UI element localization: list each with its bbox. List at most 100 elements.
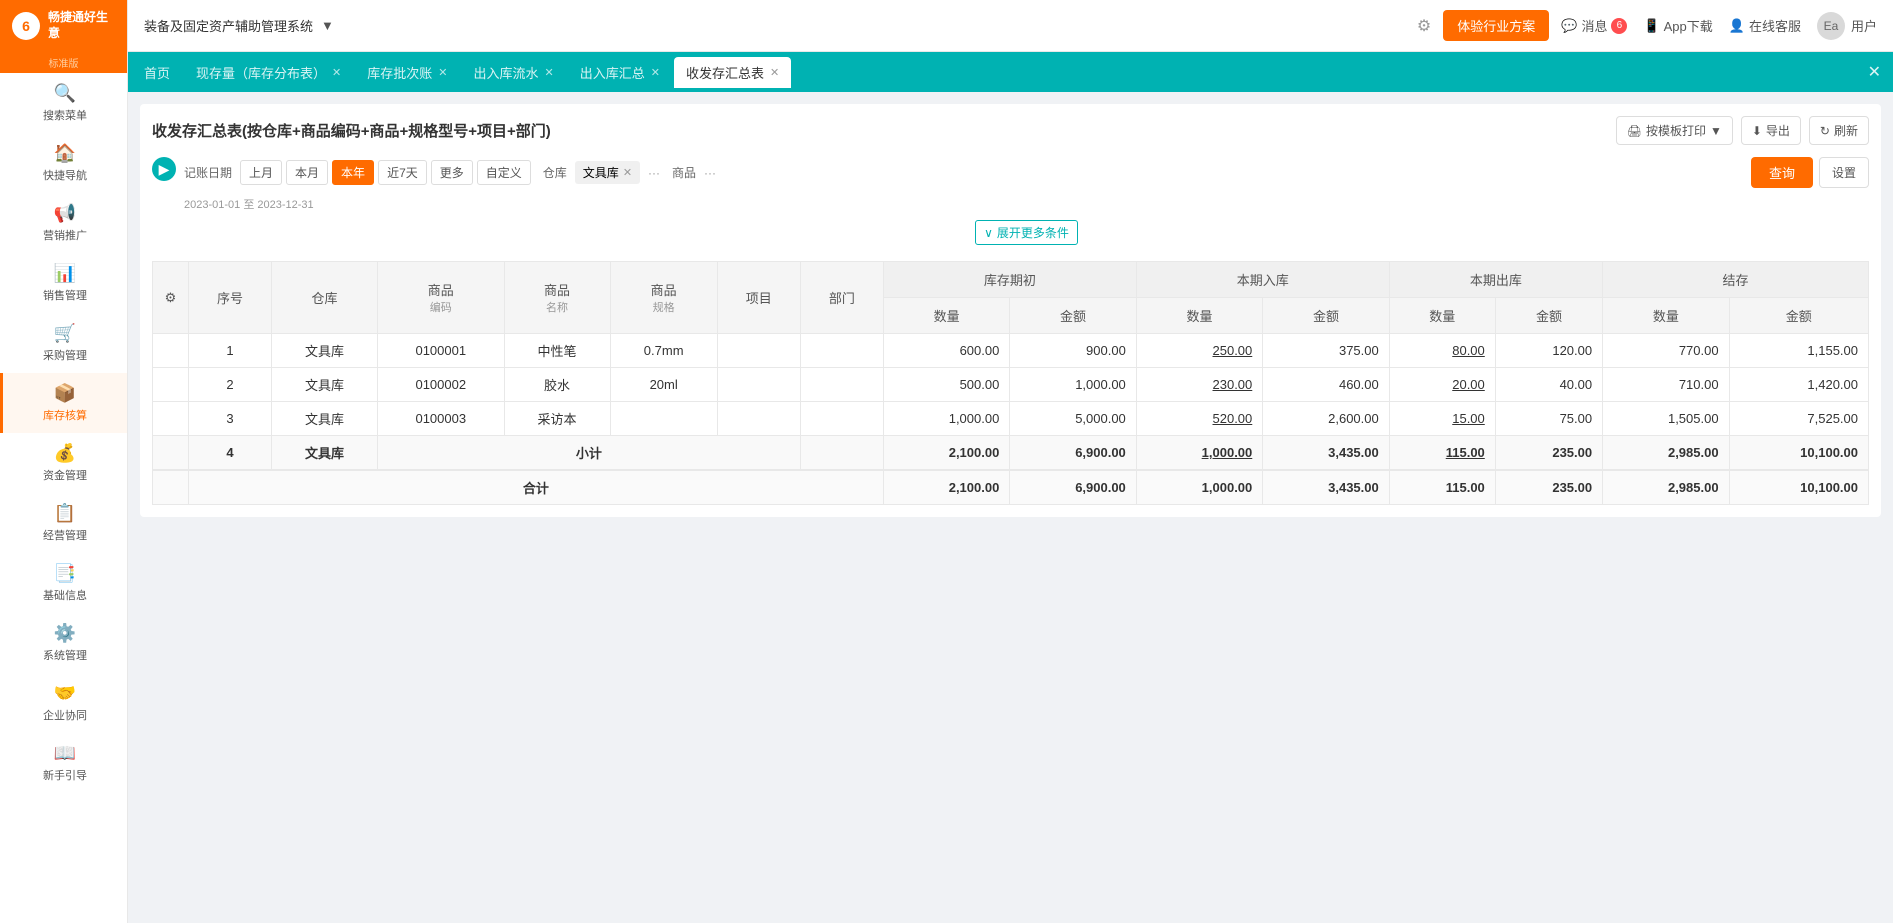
subtotal-closing-qty: 2,985.00 — [1603, 436, 1729, 471]
row-warehouse: 文具库 — [272, 368, 378, 402]
filter-bar: 记账日期 上月 本月 本年 近7天 更多 自定义 — [184, 157, 1869, 188]
tab-recv-send-summary[interactable]: 收发存汇总表 ✕ — [674, 57, 791, 88]
app-download-action[interactable]: 📱 App下载 — [1643, 16, 1712, 35]
page-container: 收发存汇总表(按仓库+商品编码+商品+规格型号+项目+部门) 🖨 按模板打印 ▼… — [128, 92, 1893, 923]
refresh-button[interactable]: ↻ 刷新 — [1809, 116, 1869, 145]
filter-area: 记账日期 上月 本月 本年 近7天 更多 自定义 — [184, 157, 1869, 253]
notification-action[interactable]: 💬 消息 6 — [1561, 16, 1627, 35]
tab-close-inout-flow[interactable]: ✕ — [545, 66, 554, 79]
row-in-qty[interactable]: 230.00 — [1136, 368, 1262, 402]
subtotal-out-qty[interactable]: 115.00 — [1389, 436, 1495, 471]
total-out-qty: 115.00 — [1389, 470, 1495, 505]
date-btn-this-month[interactable]: 本月 — [286, 160, 328, 185]
chevron-down-icon: ∨ — [984, 226, 993, 240]
print-template-button[interactable]: 🖨 按模板打印 ▼ — [1616, 116, 1733, 145]
row-out-qty[interactable]: 20.00 — [1389, 368, 1495, 402]
expand-conditions-button[interactable]: ∨ 展开更多条件 — [975, 220, 1078, 245]
total-label: 合计 — [189, 470, 884, 505]
sidebar-item-guide[interactable]: 📖 新手引导 — [0, 733, 127, 793]
subtotal-row: 4 文具库 小计 2,100.00 6,900.00 1,000.00 3,43… — [153, 436, 1869, 471]
warehouse-tag-close[interactable]: ✕ — [623, 166, 632, 179]
close-all-tabs[interactable]: ✕ — [1860, 58, 1889, 86]
sidebar-item-system[interactable]: ⚙️ 系统管理 — [0, 613, 127, 673]
main-card: 收发存汇总表(按仓库+商品编码+商品+规格型号+项目+部门) 🖨 按模板打印 ▼… — [140, 104, 1881, 517]
row-in-qty[interactable]: 250.00 — [1136, 334, 1262, 368]
sidebar-logo: 6 畅捷通好生意 — [0, 0, 127, 52]
th-in-qty: 数量 — [1136, 298, 1262, 334]
date-btn-this-year[interactable]: 本年 — [332, 160, 374, 185]
sidebar-item-finance[interactable]: 💰 资金管理 — [0, 433, 127, 493]
date-btn-custom[interactable]: 自定义 — [477, 160, 531, 185]
row-goods-code: 0100002 — [378, 368, 505, 402]
date-range-row: 2023-01-01 至 2023-12-31 — [184, 196, 1869, 212]
row-out-amt: 120.00 — [1495, 334, 1602, 368]
sidebar-item-quick-nav[interactable]: 🏠 快捷导航 — [0, 133, 127, 193]
total-out-amt: 235.00 — [1495, 470, 1602, 505]
th-group-out: 本期出库 — [1389, 262, 1602, 298]
sidebar-item-sales[interactable]: 📊 销售管理 — [0, 253, 127, 313]
th-group-closing: 结存 — [1603, 262, 1869, 298]
row-in-qty[interactable]: 520.00 — [1136, 402, 1262, 436]
warehouse-more[interactable]: ··· — [648, 166, 660, 180]
subtotal-in-qty[interactable]: 1,000.00 — [1136, 436, 1262, 471]
purchase-icon: 🛒 — [54, 323, 76, 344]
search-menu-icon: 🔍 — [54, 83, 76, 104]
sidebar-item-basic-info[interactable]: 📑 基础信息 — [0, 553, 127, 613]
online-service-action[interactable]: 👤 在线客服 — [1729, 16, 1801, 35]
tab-close-inout-summary[interactable]: ✕ — [651, 66, 660, 79]
tab-inout-summary[interactable]: 出入库汇总 ✕ — [568, 57, 672, 88]
row-opening-amt: 1,000.00 — [1010, 368, 1136, 402]
export-button[interactable]: ⬇ 导出 — [1741, 116, 1801, 145]
sidebar-item-label: 销售管理 — [43, 287, 87, 303]
date-btn-more[interactable]: 更多 — [431, 160, 473, 185]
row-opening-qty: 600.00 — [883, 334, 1009, 368]
sidebar-item-marketing[interactable]: 📢 营销推广 — [0, 193, 127, 253]
subtotal-in-qty-link[interactable]: 1,000.00 — [1202, 445, 1253, 460]
row-out-qty[interactable]: 15.00 — [1389, 402, 1495, 436]
date-btn-last-month[interactable]: 上月 — [240, 160, 282, 185]
in-qty-link[interactable]: 250.00 — [1213, 343, 1253, 358]
th-out-amt: 金额 — [1495, 298, 1602, 334]
subtotal-out-qty-link[interactable]: 115.00 — [1446, 445, 1485, 460]
goods-more[interactable]: ··· — [704, 166, 716, 180]
tab-batch[interactable]: 库存批次账 ✕ — [355, 57, 459, 88]
tab-stock-dist[interactable]: 现存量（库存分布表） ✕ — [184, 57, 353, 88]
out-qty-link[interactable]: 15.00 — [1452, 411, 1485, 426]
th-closing-qty: 数量 — [1603, 298, 1729, 334]
tab-close-batch[interactable]: ✕ — [438, 66, 447, 79]
header: 装备及固定资产辅助管理系统 ▼ ⚙ 体验行业方案 💬 消息 6 📱 App下载 … — [128, 0, 1893, 52]
system-dropdown[interactable]: ▼ — [321, 18, 334, 33]
out-qty-link[interactable]: 80.00 — [1452, 343, 1485, 358]
date-btn-7days[interactable]: 近7天 — [378, 160, 427, 185]
sidebar-item-enterprise[interactable]: 🤝 企业协同 — [0, 673, 127, 733]
sidebar-item-inventory[interactable]: 📦 库存核算 — [0, 373, 127, 433]
tab-home[interactable]: 首页 — [132, 57, 182, 88]
user-menu[interactable]: Ea 用户 — [1817, 12, 1877, 40]
row-out-qty[interactable]: 80.00 — [1389, 334, 1495, 368]
th-no: 序号 — [189, 262, 272, 334]
table-row: 1 文具库 0100001 中性笔 0.7mm 600.00 900.00 25… — [153, 334, 1869, 368]
out-qty-link[interactable]: 20.00 — [1452, 377, 1485, 392]
total-in-amt: 3,435.00 — [1263, 470, 1389, 505]
in-qty-link[interactable]: 520.00 — [1213, 411, 1253, 426]
export-icon: ⬇ — [1752, 124, 1762, 138]
sidebar-item-search-menu[interactable]: 🔍 搜索菜单 — [0, 73, 127, 133]
tab-close-stock-dist[interactable]: ✕ — [332, 66, 341, 79]
in-qty-link[interactable]: 230.00 — [1213, 377, 1253, 392]
tab-close-recv-send-summary[interactable]: ✕ — [770, 66, 779, 79]
row-closing-amt: 7,525.00 — [1729, 402, 1868, 436]
th-gear[interactable]: ⚙ — [153, 262, 189, 334]
sidebar-edition: 标准版 — [0, 52, 127, 73]
tab-inout-flow[interactable]: 出入库流水 ✕ — [461, 57, 565, 88]
settings-button[interactable]: 设置 — [1819, 157, 1869, 188]
sidebar-item-label: 新手引导 — [43, 767, 87, 783]
trial-button[interactable]: 体验行业方案 — [1443, 10, 1549, 41]
collapse-arrow[interactable]: ▶ — [152, 157, 176, 181]
sidebar-item-label: 库存核算 — [43, 407, 87, 423]
service-icon: 👤 — [1729, 18, 1745, 34]
sidebar-item-business[interactable]: 📋 经营管理 — [0, 493, 127, 553]
query-button[interactable]: 查询 — [1751, 157, 1813, 188]
table-row: 3 文具库 0100003 采访本 1,000.00 5,000.00 520.… — [153, 402, 1869, 436]
gear-settings[interactable]: ⚙ — [1417, 16, 1431, 36]
sidebar-item-purchase[interactable]: 🛒 采购管理 — [0, 313, 127, 373]
